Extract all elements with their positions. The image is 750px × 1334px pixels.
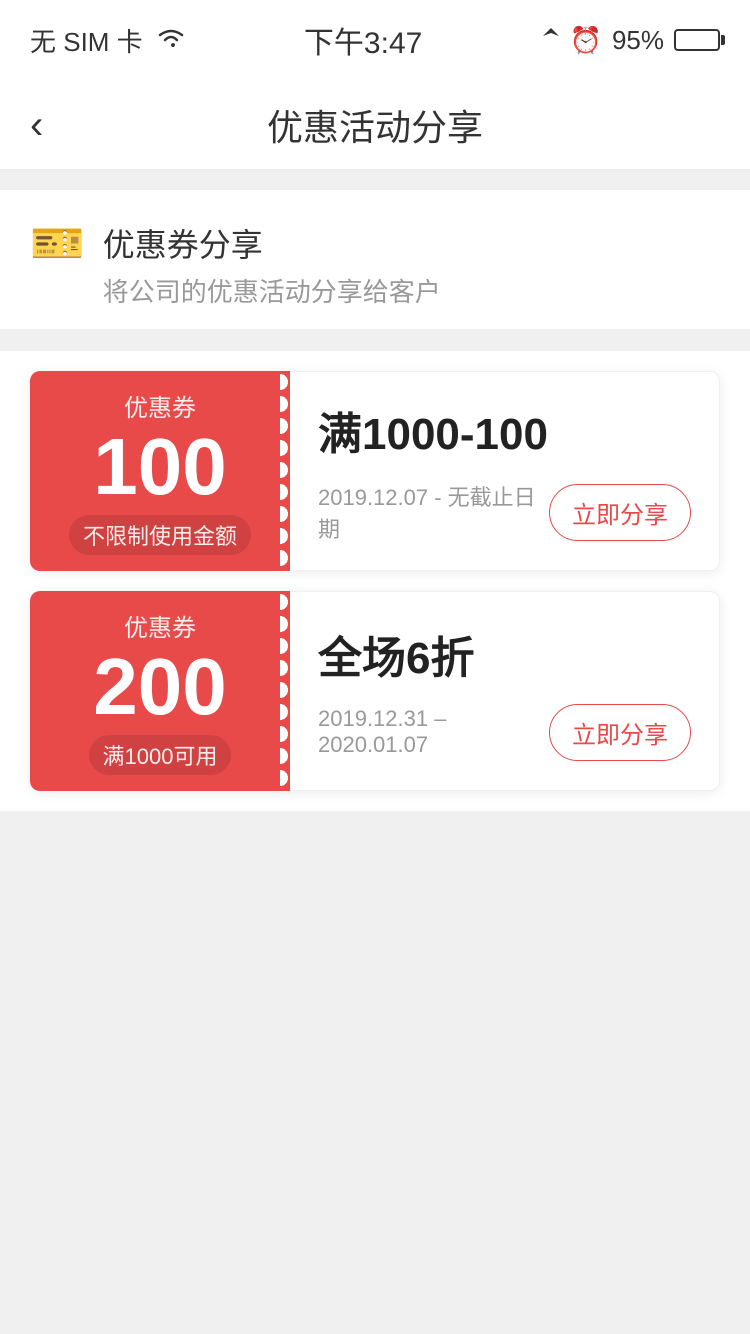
coupon-icon: 🎫 xyxy=(30,222,85,266)
coupon-bottom-2: 2019.12.31 – 2020.01.07 立即分享 xyxy=(318,704,691,761)
coupon-list: 优惠券 100 不限制使用金额 满1000-100 2019.12.07 - 无… xyxy=(0,351,750,811)
status-bar: 无 SIM 卡 下午3:47 ⏰ 95% xyxy=(0,0,750,80)
wifi-icon xyxy=(157,25,185,56)
coupon-right-1: 满1000-100 2019.12.07 - 无截止日期 立即分享 xyxy=(290,371,720,571)
alarm-icon: ⏰ xyxy=(570,25,602,56)
nav-bar: ‹ 优惠活动分享 xyxy=(0,80,750,170)
section-spacer xyxy=(0,170,750,190)
coupon-card: 优惠券 100 不限制使用金额 满1000-100 2019.12.07 - 无… xyxy=(30,371,720,571)
section-text: 优惠券分享 将公司的优惠活动分享给客户 xyxy=(103,220,441,309)
coupon-condition-1: 不限制使用金额 xyxy=(69,515,251,555)
page-title: 优惠活动分享 xyxy=(267,99,483,151)
section-subtitle: 将公司的优惠活动分享给客户 xyxy=(103,272,441,309)
coupon-left-2: 优惠券 200 满1000可用 xyxy=(30,591,290,791)
section-title: 优惠券分享 xyxy=(103,220,441,266)
carrier-text: 无 SIM 卡 xyxy=(30,22,143,59)
section-header: 🎫 优惠券分享 将公司的优惠活动分享给客户 xyxy=(0,190,750,329)
coupon-bottom-1: 2019.12.07 - 无截止日期 立即分享 xyxy=(318,480,691,544)
coupon-name-2: 全场6折 xyxy=(318,622,691,686)
empty-area xyxy=(0,811,750,1211)
coupon-date-1: 2019.12.07 - 无截止日期 xyxy=(318,480,549,544)
battery-percent: 95% xyxy=(612,25,664,56)
share-button-1[interactable]: 立即分享 xyxy=(549,484,691,541)
status-time: 下午3:47 xyxy=(304,18,422,62)
coupon-amount-1: 100 xyxy=(93,427,226,507)
coupon-label-1: 优惠券 xyxy=(124,388,196,423)
coupon-label-2: 优惠券 xyxy=(124,608,196,643)
coupon-amount-2: 200 xyxy=(93,647,226,727)
share-button-2[interactable]: 立即分享 xyxy=(549,704,691,761)
location-icon xyxy=(542,25,560,56)
coupon-card-2: 优惠券 200 满1000可用 全场6折 2019.12.31 – 2020.0… xyxy=(30,591,720,791)
coupon-right-2: 全场6折 2019.12.31 – 2020.01.07 立即分享 xyxy=(290,591,720,791)
coupon-left-1: 优惠券 100 不限制使用金额 xyxy=(30,371,290,571)
battery-icon xyxy=(674,29,720,51)
coupon-date-2: 2019.12.31 – 2020.01.07 xyxy=(318,706,549,758)
coupon-name-1: 满1000-100 xyxy=(318,398,691,462)
coupon-condition-2: 满1000可用 xyxy=(89,735,232,775)
back-button[interactable]: ‹ xyxy=(30,105,43,145)
status-right: ⏰ 95% xyxy=(542,25,720,56)
status-left: 无 SIM 卡 xyxy=(30,22,185,59)
section-spacer2 xyxy=(0,331,750,351)
